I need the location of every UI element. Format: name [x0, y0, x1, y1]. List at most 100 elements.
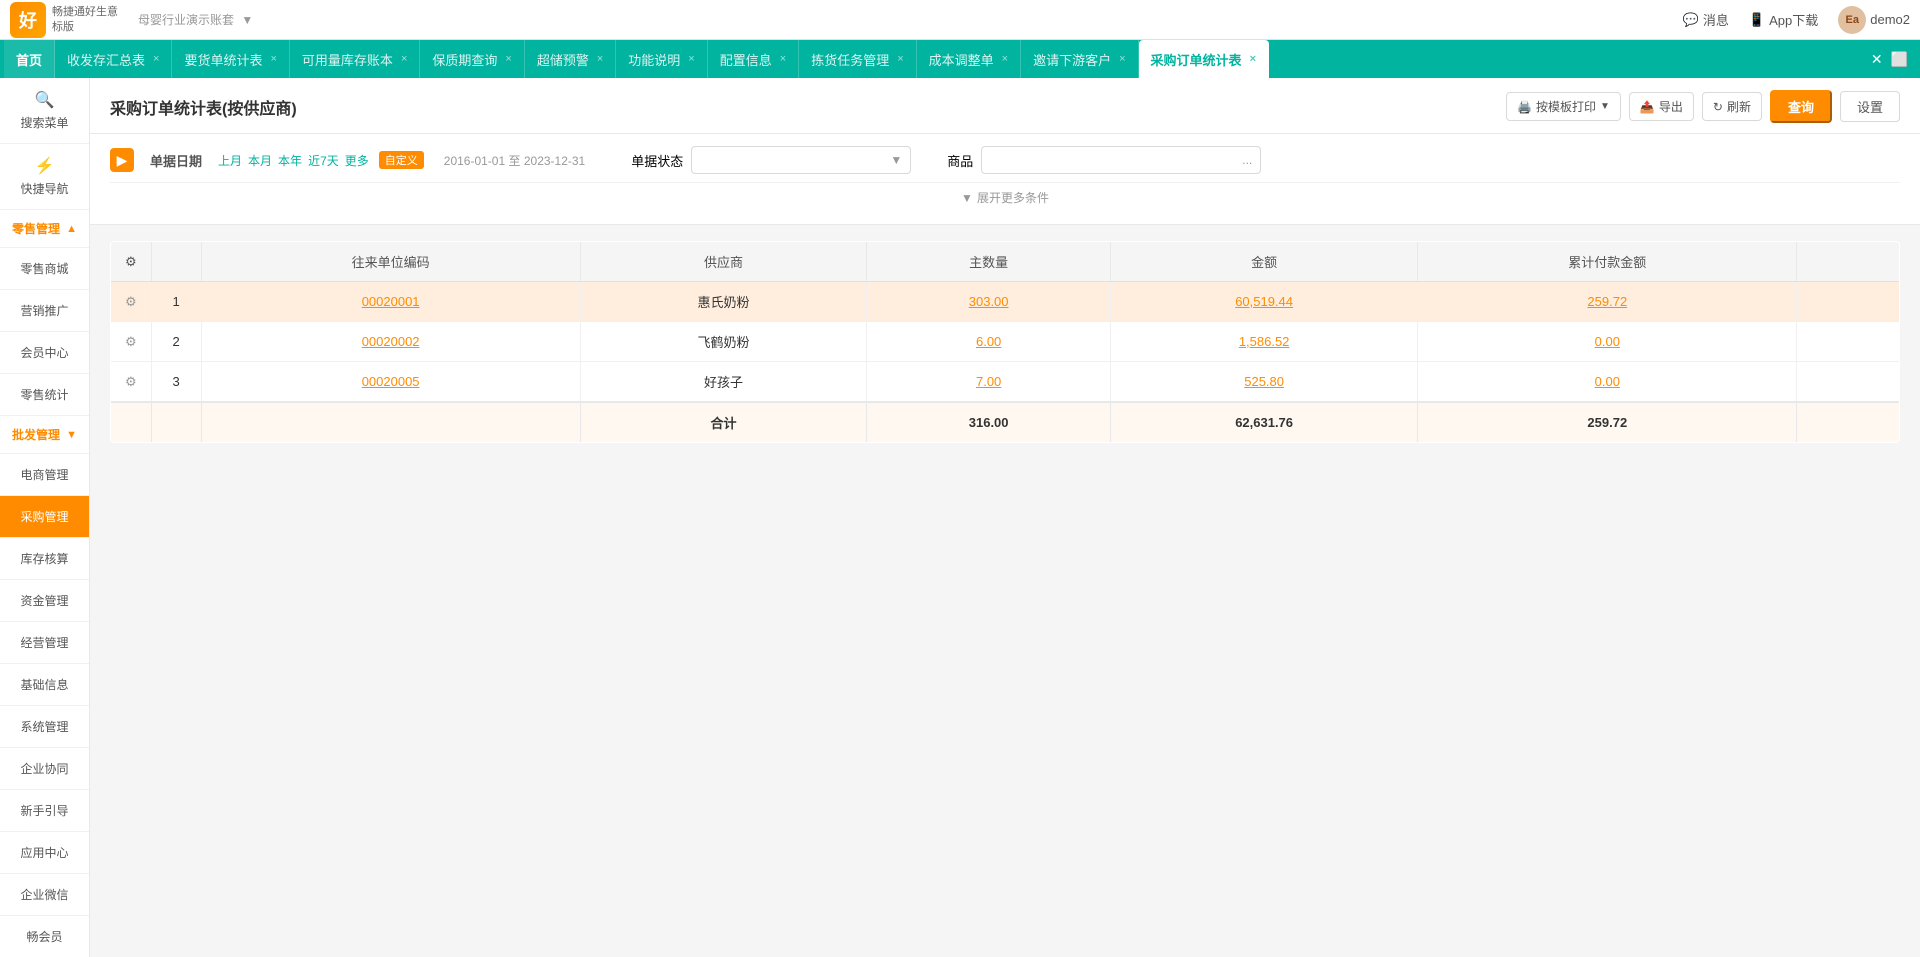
nav-maximize-icon[interactable]: ⬜ [1891, 51, 1908, 68]
sidebar-item-member[interactable]: 会员中心 [0, 332, 89, 374]
tab-close-yaohuo[interactable]: × [270, 53, 276, 65]
tab-kuyong[interactable]: 可用量库存账本 × [290, 40, 420, 78]
row-amount-2[interactable]: 1,586.52 [1110, 322, 1417, 362]
shortcut-more[interactable]: 更多 [345, 152, 369, 169]
print-button[interactable]: 🖨️ 按模板打印 ▼ [1506, 92, 1621, 121]
app-download-button[interactable]: 📱 App下载 [1749, 10, 1818, 29]
row-amount-1[interactable]: 60,519.44 [1110, 282, 1417, 322]
export-button[interactable]: 📤 导出 [1629, 92, 1694, 121]
footer-num [151, 402, 201, 443]
goods-more-icon[interactable]: ... [1242, 153, 1252, 167]
sidebar-item-inventory[interactable]: 库存核算 [0, 538, 89, 580]
filter-toggle[interactable]: ▶ [110, 148, 134, 172]
row-amount-3[interactable]: 525.80 [1110, 362, 1417, 403]
row-empty-1 [1797, 282, 1900, 322]
row-code-2[interactable]: 00020002 [201, 322, 580, 362]
table-row[interactable]: ⚙ 2 00020002 飞鹤奶粉 6.00 1,586.52 0.00 [111, 322, 1900, 362]
row-gear-icon[interactable]: ⚙ [125, 374, 137, 389]
message-button[interactable]: 💬 消息 [1683, 10, 1729, 29]
sidebar-item-collab[interactable]: 企业协同 [0, 748, 89, 790]
nav-close-icon[interactable]: ✕ [1871, 51, 1883, 68]
row-settings[interactable]: ⚙ [111, 322, 152, 362]
user-menu[interactable]: Ea demo2 [1838, 6, 1910, 34]
tab-chaochu[interactable]: 超储预警 × [525, 40, 616, 78]
tab-gongneng[interactable]: 功能说明 × [616, 40, 707, 78]
tab-close-caigou[interactable]: × [1250, 53, 1256, 65]
sidebar-item-search[interactable]: 🔍 搜索菜单 [0, 78, 89, 144]
expand-more-button[interactable]: ▼ 展开更多条件 [961, 189, 1049, 206]
tab-caigou[interactable]: 采购订单统计表 × [1139, 40, 1269, 78]
row-code-1[interactable]: 00020001 [201, 282, 580, 322]
refresh-button[interactable]: ↻ 刷新 [1702, 92, 1762, 121]
tab-home[interactable]: 首页 [4, 40, 55, 78]
shortcut-7days[interactable]: 近7天 [308, 152, 339, 169]
sidebar-item-system[interactable]: 系统管理 [0, 706, 89, 748]
sidebar-item-base[interactable]: 基础信息 [0, 664, 89, 706]
row-settings[interactable]: ⚙ [111, 362, 152, 403]
page-header: 采购订单统计表(按供应商) 🖨️ 按模板打印 ▼ 📤 导出 ↻ 刷新 查询 设置 [90, 78, 1920, 134]
sidebar-item-retail-shop[interactable]: 零售商城 [0, 248, 89, 290]
shortcut-last-month[interactable]: 上月 [218, 152, 242, 169]
tab-close-yaoqing[interactable]: × [1119, 53, 1125, 65]
main-layout: 🔍 搜索菜单 ⚡ 快捷导航 零售管理 ▲ 零售商城 营销推广 会员中心 零售统计… [0, 78, 1920, 957]
table-row[interactable]: ⚙ 1 00020001 惠氏奶粉 303.00 60,519.44 259.7… [111, 282, 1900, 322]
query-button[interactable]: 查询 [1770, 90, 1832, 123]
sidebar-item-quick[interactable]: ⚡ 快捷导航 [0, 144, 89, 210]
row-quantity-3[interactable]: 7.00 [867, 362, 1110, 403]
sidebar-item-retail-group[interactable]: 零售管理 ▲ [0, 210, 89, 248]
search-icon: 🔍 [35, 90, 55, 110]
row-quantity-1[interactable]: 303.00 [867, 282, 1110, 322]
row-paid-2[interactable]: 0.00 [1418, 322, 1797, 362]
sidebar-item-purchase[interactable]: 采购管理 [0, 496, 89, 538]
sidebar-item-wholesale-group[interactable]: 批发管理 ▼ [0, 416, 89, 454]
row-quantity-2[interactable]: 6.00 [867, 322, 1110, 362]
sidebar-item-ecommerce[interactable]: 电商管理 [0, 454, 89, 496]
settings-button[interactable]: 设置 [1840, 91, 1900, 122]
tab-close-kuyong[interactable]: × [401, 53, 407, 65]
sidebar-item-marketing[interactable]: 营销推广 [0, 290, 89, 332]
table-row[interactable]: ⚙ 3 00020005 好孩子 7.00 525.80 0.00 [111, 362, 1900, 403]
sidebar-item-finance[interactable]: 资金管理 [0, 580, 89, 622]
sidebar-label-wecom: 企业微信 [20, 886, 68, 903]
status-select[interactable]: ▼ [691, 146, 911, 174]
sidebar-item-retail-stat[interactable]: 零售统计 [0, 374, 89, 416]
expand-more-label: 展开更多条件 [977, 189, 1049, 206]
breadcrumb-dropdown-icon[interactable]: ▼ [241, 13, 253, 27]
shortcut-this-month[interactable]: 本月 [248, 152, 272, 169]
row-paid-3[interactable]: 0.00 [1418, 362, 1797, 403]
tab-close-jianhuo[interactable]: × [897, 53, 903, 65]
goods-select[interactable]: ... [981, 146, 1261, 174]
shortcut-this-year[interactable]: 本年 [278, 152, 302, 169]
tab-shoufa[interactable]: 收发存汇总表 × [55, 40, 172, 78]
breadcrumb-text: 母婴行业演示账套 [138, 13, 234, 27]
col-header-quantity: 主数量 [867, 242, 1110, 282]
tab-close-gongneng[interactable]: × [688, 53, 694, 65]
row-code-3[interactable]: 00020005 [201, 362, 580, 403]
sidebar-item-operation[interactable]: 经营管理 [0, 622, 89, 664]
tab-baozhi[interactable]: 保质期查询 × [420, 40, 524, 78]
row-gear-icon[interactable]: ⚙ [125, 294, 137, 309]
tab-close-shoufa[interactable]: × [153, 53, 159, 65]
row-gear-icon[interactable]: ⚙ [125, 334, 137, 349]
sidebar-item-vip[interactable]: 畅会员 [0, 916, 89, 957]
tab-close-chengben[interactable]: × [1002, 53, 1008, 65]
tab-close-peizhi[interactable]: × [780, 53, 786, 65]
export-icon: 📤 [1640, 100, 1655, 114]
status-chevron-icon: ▼ [890, 153, 902, 167]
row-paid-1[interactable]: 259.72 [1418, 282, 1797, 322]
sidebar-item-guide[interactable]: 新手引导 [0, 790, 89, 832]
settings-col-header[interactable]: ⚙ [111, 242, 152, 282]
tab-chengben[interactable]: 成本调整单 × [917, 40, 1021, 78]
sidebar-item-wecom[interactable]: 企业微信 [0, 874, 89, 916]
tab-jianhuo[interactable]: 拣货任务管理 × [799, 40, 916, 78]
row-settings[interactable]: ⚙ [111, 282, 152, 322]
tab-peizhi[interactable]: 配置信息 × [708, 40, 799, 78]
tab-close-chaochu[interactable]: × [597, 53, 603, 65]
settings-icon[interactable]: ⚙ [125, 254, 137, 269]
sidebar-item-apps[interactable]: 应用中心 [0, 832, 89, 874]
tab-close-baozhi[interactable]: × [505, 53, 511, 65]
tab-yaoqing[interactable]: 邀请下游客户 × [1021, 40, 1138, 78]
footer-total-label: 合计 [580, 402, 867, 443]
tab-yaohuo[interactable]: 要货单统计表 × [172, 40, 289, 78]
page-actions: 🖨️ 按模板打印 ▼ 📤 导出 ↻ 刷新 查询 设置 [1506, 90, 1900, 133]
